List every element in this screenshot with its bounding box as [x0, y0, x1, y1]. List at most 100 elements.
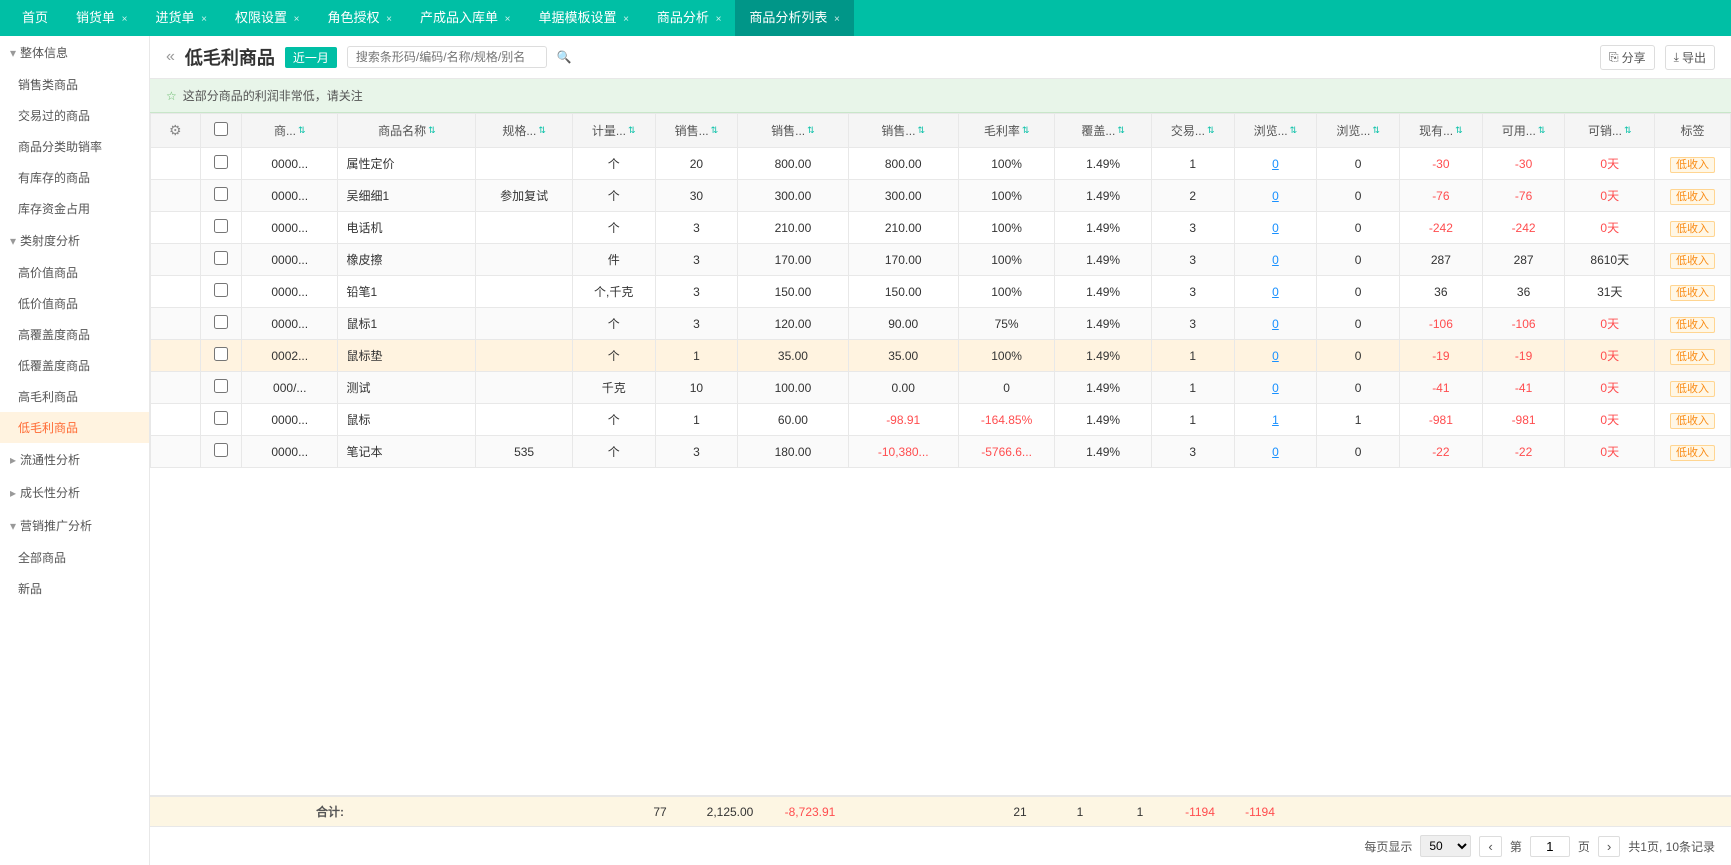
nav-role-close[interactable]: ×	[386, 14, 392, 25]
th-view2[interactable]: 浏览...⇅	[1317, 114, 1400, 148]
th-unit[interactable]: 计量...⇅	[572, 114, 655, 148]
th-current-stock[interactable]: 现有...⇅	[1400, 114, 1483, 148]
row-unit: 个	[572, 340, 655, 372]
th-spec[interactable]: 规格...⇅	[476, 114, 573, 148]
nav-product-in[interactable]: 产成品入库单 ×	[406, 0, 524, 36]
nav-sales-close[interactable]: ×	[122, 14, 128, 25]
nav-sales[interactable]: 销货单 ×	[62, 0, 141, 36]
row-view1[interactable]: 0	[1234, 148, 1317, 180]
sidebar-item-high-coverage[interactable]: 高覆盖度商品	[0, 319, 149, 350]
export-button[interactable]: ⤓ 导出	[1665, 45, 1715, 70]
prev-page-btn[interactable]: ‹	[1479, 836, 1501, 857]
sidebar-group-growth[interactable]: ▸ 成长性分析	[0, 476, 149, 509]
sidebar-item-sales-goods[interactable]: 销售类商品	[0, 69, 149, 100]
table-row: 000/... 测试 千克 10 100.00 0.00 0 1.49% 1 0…	[151, 372, 1731, 404]
sidebar-group-marketing[interactable]: ▾ 营销推广分析	[0, 509, 149, 542]
row-view1[interactable]: 0	[1234, 372, 1317, 404]
sidebar-item-high-margin[interactable]: 高毛利商品	[0, 381, 149, 412]
footer-view2: 1	[1110, 805, 1170, 819]
sidebar-item-traded-goods[interactable]: 交易过的商品	[0, 100, 149, 131]
next-page-btn[interactable]: ›	[1598, 836, 1620, 857]
nav-purchase-close[interactable]: ×	[201, 14, 207, 25]
nav-permission-close[interactable]: ×	[294, 14, 300, 25]
row-margin: -164.85%	[958, 404, 1055, 436]
th-sales-amt[interactable]: 销售...⇅	[738, 114, 848, 148]
row-checkbox[interactable]	[200, 244, 241, 276]
th-settings[interactable]: ⚙	[151, 114, 201, 148]
th-tag[interactable]: 标签	[1655, 114, 1731, 148]
nav-goods-analysis-list-close[interactable]: ×	[834, 14, 840, 25]
th-sellable-days[interactable]: 可销...⇅	[1565, 114, 1655, 148]
th-available[interactable]: 可用...⇅	[1482, 114, 1565, 148]
row-sales-profit: 300.00	[848, 180, 958, 212]
th-name[interactable]: 商品名称⇅	[338, 114, 476, 148]
nav-goods-analysis[interactable]: 商品分析 ×	[643, 0, 735, 36]
row-checkbox[interactable]	[200, 276, 241, 308]
row-view1[interactable]: 0	[1234, 244, 1317, 276]
search-icon[interactable]: 🔍	[557, 50, 572, 64]
sidebar-group-category[interactable]: ▾ 类射度分析	[0, 224, 149, 257]
row-unit: 千克	[572, 372, 655, 404]
row-margin: 100%	[958, 148, 1055, 180]
row-view1[interactable]: 0	[1234, 308, 1317, 340]
row-sales-amt: 180.00	[738, 436, 848, 468]
row-checkbox[interactable]	[200, 372, 241, 404]
row-checkbox[interactable]	[200, 404, 241, 436]
nav-home[interactable]: 首页	[8, 0, 62, 36]
nav-role[interactable]: 角色授权 ×	[313, 0, 405, 36]
share-button[interactable]: ⎘ 分享	[1600, 45, 1655, 70]
th-sales-profit[interactable]: 销售...⇅	[848, 114, 958, 148]
sort-icon-11: ⇅	[1290, 125, 1298, 136]
row-view1[interactable]: 0	[1234, 212, 1317, 244]
sidebar-item-category-rate[interactable]: 商品分类助销率	[0, 131, 149, 162]
select-all-checkbox[interactable]	[214, 122, 228, 136]
row-view1[interactable]: 0	[1234, 436, 1317, 468]
sidebar-item-low-margin[interactable]: 低毛利商品	[0, 412, 149, 443]
th-sales-qty[interactable]: 销售...⇅	[655, 114, 738, 148]
nav-goods-analysis-close[interactable]: ×	[716, 14, 722, 25]
sidebar-item-all-goods[interactable]: 全部商品	[0, 542, 149, 573]
row-checkbox[interactable]	[200, 212, 241, 244]
sidebar-group-circulation[interactable]: ▸ 流通性分析	[0, 443, 149, 476]
nav-goods-analysis-list[interactable]: 商品分析列表 ×	[735, 0, 853, 36]
row-checkbox[interactable]	[200, 148, 241, 180]
row-sellable-days: 0天	[1565, 372, 1655, 404]
collapse-sidebar-btn[interactable]: «	[166, 48, 175, 66]
sidebar-group-overall[interactable]: ▾ 整体信息	[0, 36, 149, 69]
row-checkbox[interactable]	[200, 436, 241, 468]
sidebar-item-new-goods[interactable]: 新品	[0, 573, 149, 604]
sidebar-item-high-value[interactable]: 高价值商品	[0, 257, 149, 288]
row-coverage: 1.49%	[1055, 148, 1152, 180]
row-view1[interactable]: 0	[1234, 276, 1317, 308]
sort-icon-14: ⇅	[1538, 125, 1546, 136]
footer-sales-profit: -8,723.91	[770, 805, 850, 819]
row-view1[interactable]: 0	[1234, 340, 1317, 372]
sidebar-item-stock-goods[interactable]: 有库存的商品	[0, 162, 149, 193]
row-spec	[476, 308, 573, 340]
nav-template[interactable]: 单据模板设置 ×	[524, 0, 642, 36]
row-checkbox[interactable]	[200, 180, 241, 212]
row-checkbox[interactable]	[200, 308, 241, 340]
nav-permission[interactable]: 权限设置 ×	[221, 0, 313, 36]
row-tag: 低收入	[1655, 244, 1731, 276]
nav-template-close[interactable]: ×	[623, 14, 629, 25]
nav-purchase[interactable]: 进货单 ×	[142, 0, 221, 36]
row-view1[interactable]: 1	[1234, 404, 1317, 436]
sidebar-item-low-value[interactable]: 低价值商品	[0, 288, 149, 319]
th-trade[interactable]: 交易...⇅	[1151, 114, 1234, 148]
row-checkbox[interactable]	[200, 340, 241, 372]
sidebar-item-low-coverage[interactable]: 低覆盖度商品	[0, 350, 149, 381]
search-input[interactable]	[347, 46, 547, 68]
page-size-select[interactable]: 50 100 200	[1420, 835, 1471, 857]
th-view1[interactable]: 浏览...⇅	[1234, 114, 1317, 148]
page-number-input[interactable]	[1530, 836, 1570, 857]
time-filter-btn[interactable]: 近一月	[285, 47, 337, 68]
th-code[interactable]: 商...⇅	[241, 114, 338, 148]
row-view1[interactable]: 0	[1234, 180, 1317, 212]
th-margin[interactable]: 毛利率⇅	[958, 114, 1055, 148]
nav-product-in-close[interactable]: ×	[505, 14, 511, 25]
row-name: 铅笔1	[338, 276, 476, 308]
settings-icon[interactable]: ⚙	[169, 122, 182, 138]
th-coverage[interactable]: 覆盖...⇅	[1055, 114, 1152, 148]
sidebar-item-stock-capital[interactable]: 库存资金占用	[0, 193, 149, 224]
